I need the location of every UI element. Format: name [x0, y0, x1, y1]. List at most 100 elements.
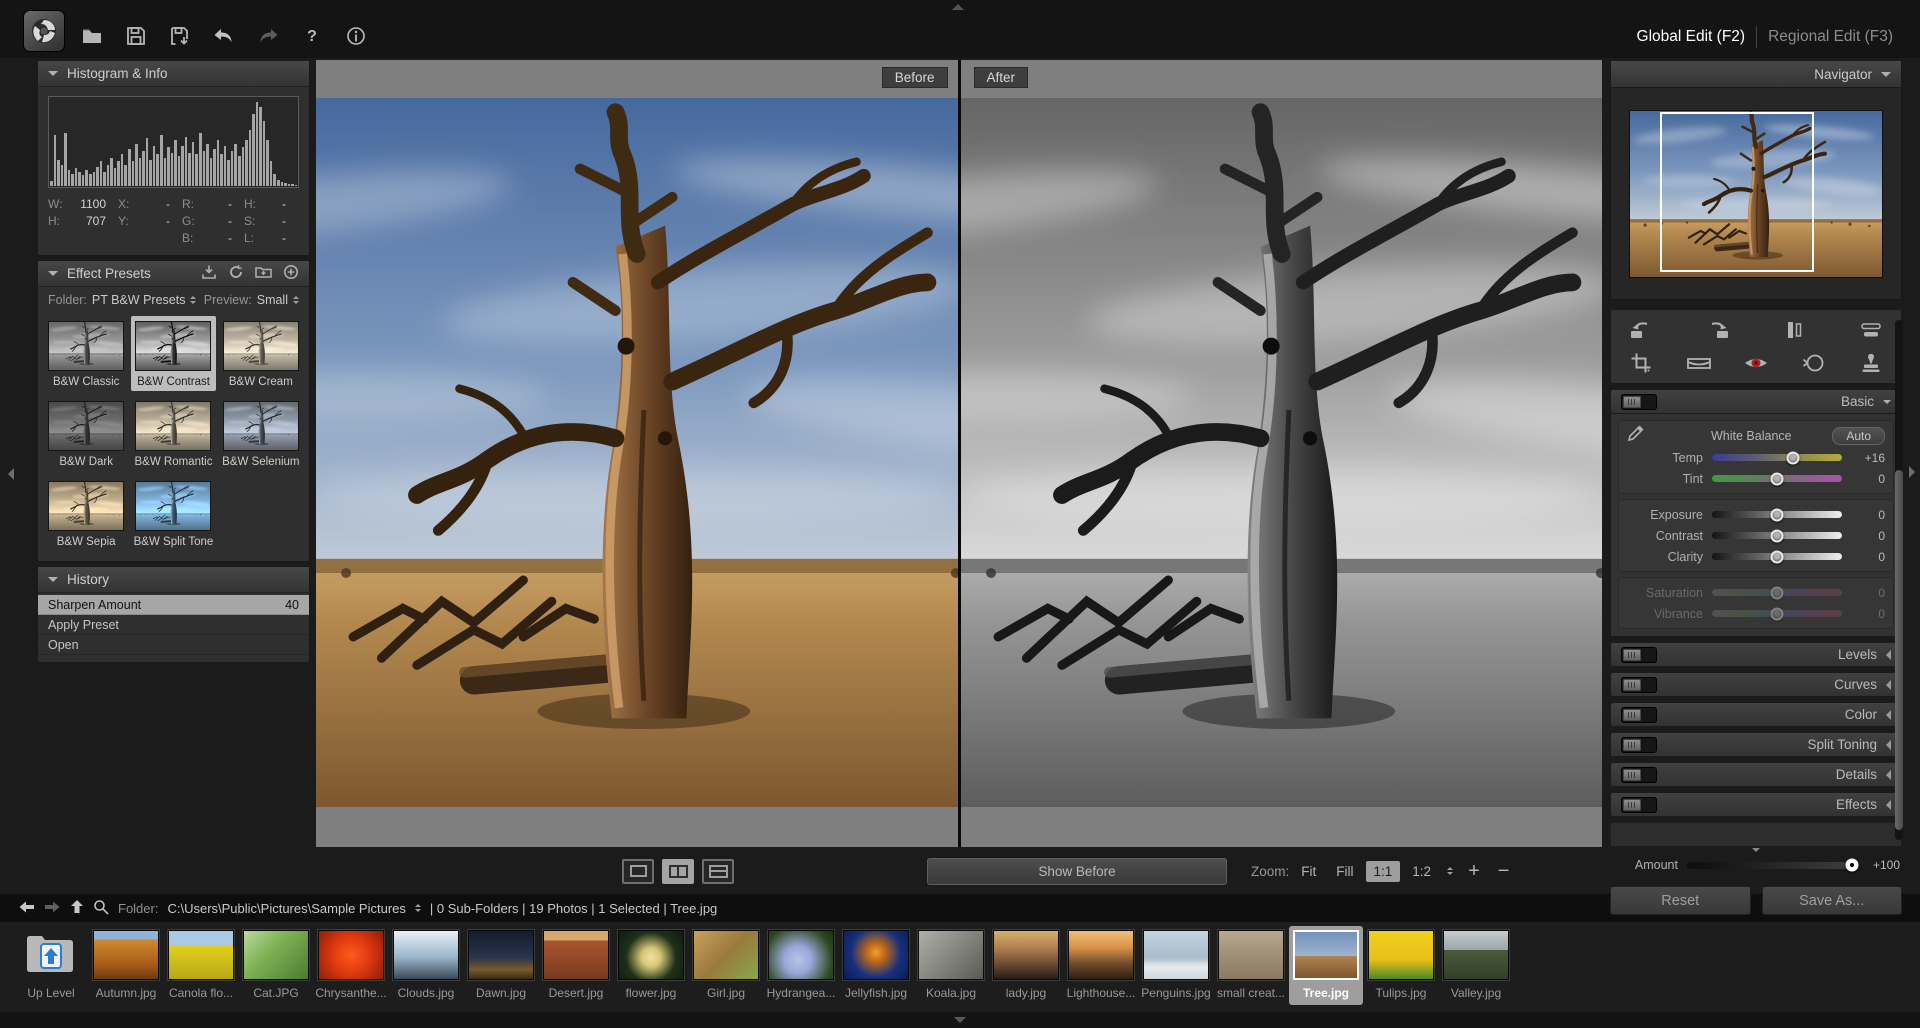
undo-icon[interactable]	[212, 24, 236, 48]
add-preset-icon[interactable]	[283, 264, 299, 283]
mode-tab[interactable]: Global Edit (F2)	[1626, 26, 1757, 48]
preset-item[interactable]: B&W Classic	[44, 316, 128, 391]
filmstrip-item[interactable]: Valley.jpg	[1439, 926, 1513, 1005]
save-as-button[interactable]: Save As...	[1762, 886, 1903, 915]
amount-slider-handle[interactable]	[1845, 859, 1858, 872]
zoom-option[interactable]: 1:1	[1366, 861, 1401, 882]
filmstrip-item[interactable]: Dawn.jpg	[464, 926, 538, 1005]
filmstrip-item[interactable]: Desert.jpg	[539, 926, 613, 1005]
amount-slider-track[interactable]	[1687, 862, 1857, 869]
eyedropper-icon[interactable]	[1627, 424, 1645, 447]
adjustment-section-header[interactable]: Levels	[1610, 642, 1902, 667]
section-enable-toggle[interactable]	[1621, 737, 1657, 753]
info-icon[interactable]	[344, 24, 368, 48]
adjustment-section-header[interactable]: Details	[1610, 762, 1902, 787]
filmstrip-item[interactable]: Penguins.jpg	[1139, 926, 1213, 1005]
collapse-left-panel-arrow-icon[interactable]	[8, 468, 14, 480]
preset-item[interactable]: B&W Contrast	[131, 316, 215, 391]
section-enable-toggle[interactable]	[1621, 707, 1657, 723]
clone-stamp-icon[interactable]	[1857, 352, 1885, 374]
filmstrip-item[interactable]: Girl.jpg	[689, 926, 763, 1005]
save-icon[interactable]	[124, 24, 148, 48]
section-enable-toggle[interactable]	[1621, 647, 1657, 663]
forward-arrow-icon[interactable]	[44, 900, 61, 917]
slider-handle[interactable]	[1771, 508, 1784, 521]
auto-white-balance-button[interactable]: Auto	[1832, 427, 1885, 445]
histogram-panel-header[interactable]: Histogram & Info	[38, 61, 309, 87]
right-panel-scrollbar[interactable]	[1895, 320, 1903, 840]
slider-track[interactable]	[1712, 532, 1842, 539]
search-icon[interactable]	[93, 899, 109, 918]
filmstrip-item[interactable]: Chrysanthe...	[314, 926, 388, 1005]
flip-vertical-icon[interactable]	[1857, 319, 1885, 341]
filmstrip-item[interactable]: Up Level	[14, 926, 88, 1005]
preset-item[interactable]: B&W Romantic	[131, 396, 215, 471]
slider-track[interactable]	[1712, 589, 1842, 596]
adjustment-section-header[interactable]: Effects	[1610, 792, 1902, 817]
history-panel-header[interactable]: History	[38, 567, 309, 593]
path-dropdown-arrows-icon[interactable]	[415, 904, 421, 912]
preset-item[interactable]: B&W Cream	[219, 316, 303, 391]
slider-handle[interactable]	[1771, 586, 1784, 599]
effect-presets-header[interactable]: Effect Presets	[38, 261, 309, 287]
navigator-thumbnail[interactable]	[1629, 110, 1883, 278]
slider-handle[interactable]	[1771, 550, 1784, 563]
navigator-view-rectangle[interactable]	[1660, 112, 1814, 271]
open-folder-icon[interactable]	[80, 24, 104, 48]
redo-icon[interactable]	[256, 24, 280, 48]
filmstrip-item[interactable]: Koala.jpg	[914, 926, 988, 1005]
slider-handle[interactable]	[1771, 472, 1784, 485]
expand-right-panel-arrow-icon[interactable]	[1909, 466, 1915, 478]
adjustment-section-header[interactable]: Curves	[1610, 672, 1902, 697]
zoom-stepper-icon[interactable]	[1447, 867, 1453, 875]
scrollbar-thumb[interactable]	[1895, 470, 1903, 830]
new-folder-icon[interactable]	[255, 264, 272, 283]
basic-section-header[interactable]: Basic	[1610, 389, 1902, 414]
mode-tab[interactable]: Regional Edit (F3)	[1756, 26, 1904, 48]
filmstrip-item[interactable]: Jellyfish.jpg	[839, 926, 913, 1005]
section-enable-toggle[interactable]	[1621, 767, 1657, 783]
filmstrip-item[interactable]: Lighthouse...	[1064, 926, 1138, 1005]
rotate-left-icon[interactable]	[1627, 319, 1655, 341]
slider-handle[interactable]	[1771, 529, 1784, 542]
show-before-button[interactable]: Show Before	[927, 858, 1227, 885]
history-item[interactable]: Open	[38, 635, 309, 655]
before-view[interactable]: Before	[316, 60, 958, 847]
view-single-button[interactable]	[622, 859, 654, 884]
section-enable-toggle[interactable]	[1621, 677, 1657, 693]
adjustment-section-header[interactable]: Split Toning	[1610, 732, 1902, 757]
scroll-more-indicator[interactable]	[1610, 846, 1902, 854]
slider-track[interactable]	[1712, 553, 1842, 560]
history-item[interactable]: Sharpen Amount 40	[38, 595, 309, 615]
zoom-option[interactable]: Fit	[1293, 861, 1324, 882]
filmstrip-item[interactable]: Clouds.jpg	[389, 926, 463, 1005]
zoom-option[interactable]: 1:2	[1404, 861, 1439, 882]
zoom-option[interactable]: Fill	[1328, 861, 1361, 882]
view-split-vertical-button[interactable]	[662, 859, 694, 884]
preset-item[interactable]: B&W Sepia	[44, 476, 128, 551]
filmstrip-item[interactable]: Tulips.jpg	[1364, 926, 1438, 1005]
slider-track[interactable]	[1712, 454, 1842, 461]
help-icon[interactable]: ?	[300, 24, 324, 48]
filmstrip-item[interactable]: Cat.JPG	[239, 926, 313, 1005]
navigator-panel-header[interactable]: Navigator	[1610, 60, 1902, 88]
preset-folder-select[interactable]: PT B&W Presets	[92, 293, 197, 307]
slider-track[interactable]	[1712, 610, 1842, 617]
rotate-right-icon[interactable]	[1704, 319, 1732, 341]
back-arrow-icon[interactable]	[18, 900, 35, 917]
filmstrip-item[interactable]: Hydrangea...	[764, 926, 838, 1005]
preset-item[interactable]: B&W Dark	[44, 396, 128, 471]
red-eye-icon[interactable]	[1742, 352, 1770, 374]
view-split-horizontal-button[interactable]	[702, 859, 734, 884]
slider-track[interactable]	[1712, 511, 1842, 518]
crop-icon[interactable]	[1627, 352, 1655, 374]
straighten-icon[interactable]	[1685, 352, 1713, 374]
restore-icon[interactable]	[1800, 352, 1828, 374]
preset-item[interactable]: B&W Split Tone	[131, 476, 215, 551]
basic-enable-toggle[interactable]	[1621, 394, 1657, 410]
collapse-top-arrow-icon[interactable]	[952, 4, 964, 10]
filmstrip-item[interactable]: Autumn.jpg	[89, 926, 163, 1005]
section-enable-toggle[interactable]	[1621, 797, 1657, 813]
zoom-out-button[interactable]: −	[1489, 861, 1519, 881]
flip-horizontal-icon[interactable]	[1780, 319, 1808, 341]
